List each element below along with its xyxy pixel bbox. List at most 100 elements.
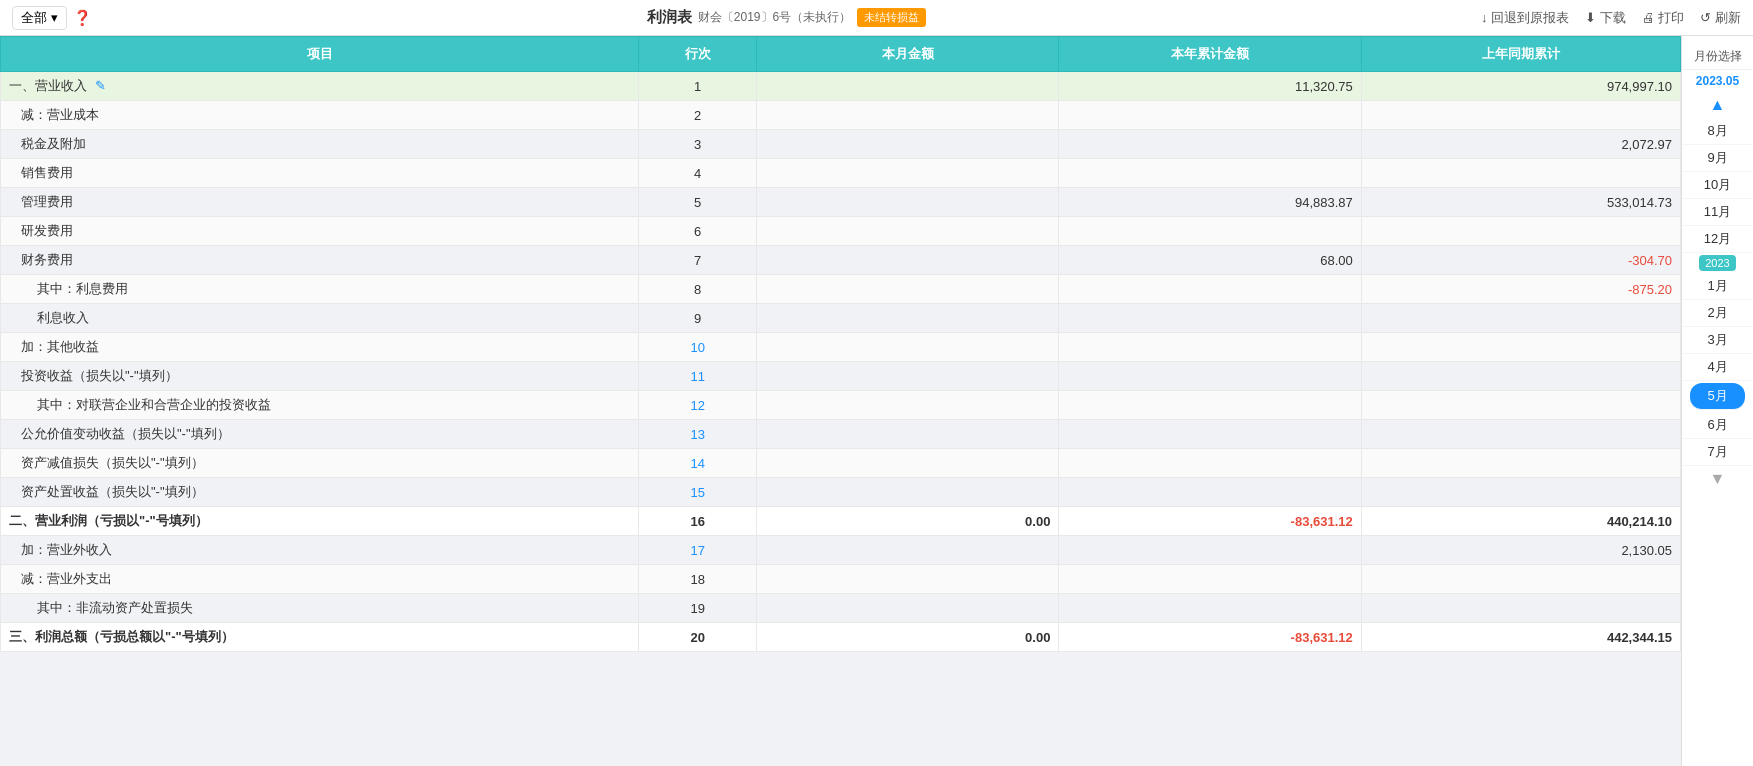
help-icon[interactable]: ❓ [73, 9, 92, 27]
table-row: 税金及附加32,072.97 [1, 130, 1681, 159]
cell-month-14 [757, 478, 1059, 507]
title-area: 利润表 财会〔2019〕6号（未执行） 未结转损益 [647, 8, 926, 27]
refresh-button[interactable]: ↺ 刷新 [1700, 9, 1741, 27]
cell-month-0 [757, 72, 1059, 101]
cell-ytd-16 [1059, 536, 1361, 565]
cell-item-11: 其中：对联营企业和合营企业的投资收益 [1, 391, 639, 420]
cell-row-16[interactable]: 17 [639, 536, 757, 565]
table-row: 销售费用4 [1, 159, 1681, 188]
table-row: 管理费用594,883.87533,014.73 [1, 188, 1681, 217]
dropdown-arrow-icon: ▾ [51, 10, 58, 25]
cell-row-13[interactable]: 14 [639, 449, 757, 478]
cell-row-17: 18 [639, 565, 757, 594]
cell-ytd-17 [1059, 565, 1361, 594]
cell-row-8: 9 [639, 304, 757, 333]
month-9[interactable]: 9月 [1682, 145, 1753, 172]
cell-item-16: 加：营业外收入 [1, 536, 639, 565]
cell-prev-12 [1361, 420, 1680, 449]
table-row: 研发费用6 [1, 217, 1681, 246]
cell-row-15: 16 [639, 507, 757, 536]
month-8[interactable]: 8月 [1682, 118, 1753, 145]
cell-ytd-10 [1059, 362, 1361, 391]
cell-month-17 [757, 565, 1059, 594]
cell-prev-5 [1361, 217, 1680, 246]
cell-item-3: 销售费用 [1, 159, 639, 188]
cell-prev-19: 442,344.15 [1361, 623, 1680, 652]
cell-prev-17 [1361, 565, 1680, 594]
month-10[interactable]: 10月 [1682, 172, 1753, 199]
cell-item-14: 资产处置收益（损失以"-"填列） [1, 478, 639, 507]
back-button[interactable]: ↓ 回退到原报表 [1481, 9, 1569, 27]
cell-row-10[interactable]: 11 [639, 362, 757, 391]
cell-ytd-0: 11,320.75 [1059, 72, 1361, 101]
cell-month-8 [757, 304, 1059, 333]
cell-item-19: 三、利润总额（亏损总额以"-"号填列） [1, 623, 639, 652]
scope-dropdown[interactable]: 全部 ▾ [12, 6, 67, 30]
cell-row-4: 5 [639, 188, 757, 217]
table-row: 三、利润总额（亏损总额以"-"号填列）200.00-83,631.12442,3… [1, 623, 1681, 652]
scroll-down-button[interactable]: ▼ [1700, 468, 1736, 490]
month-2[interactable]: 2月 [1682, 300, 1753, 327]
cell-ytd-12 [1059, 420, 1361, 449]
cell-row-11[interactable]: 12 [639, 391, 757, 420]
cell-prev-2: 2,072.97 [1361, 130, 1680, 159]
edit-icon[interactable]: ✎ [91, 78, 106, 93]
cell-month-10 [757, 362, 1059, 391]
cell-ytd-2 [1059, 130, 1361, 159]
cell-prev-9 [1361, 333, 1680, 362]
cell-ytd-14 [1059, 478, 1361, 507]
report-title: 利润表 [647, 8, 692, 27]
cell-row-9[interactable]: 10 [639, 333, 757, 362]
cell-item-6: 财务费用 [1, 246, 639, 275]
cell-row-0: 1 [639, 72, 757, 101]
cell-row-2: 3 [639, 130, 757, 159]
cell-ytd-11 [1059, 391, 1361, 420]
cell-month-1 [757, 101, 1059, 130]
cell-row-12[interactable]: 13 [639, 420, 757, 449]
cell-ytd-13 [1059, 449, 1361, 478]
table-row: 投资收益（损失以"-"填列）11 [1, 362, 1681, 391]
sidebar-year: 2023.05 [1682, 70, 1753, 92]
top-bar-actions: ↓ 回退到原报表 ⬇ 下载 🖨 打印 ↺ 刷新 [1481, 9, 1741, 27]
download-button[interactable]: ⬇ 下载 [1585, 9, 1626, 27]
year-badge: 2023 [1699, 255, 1735, 271]
cell-item-18: 其中：非流动资产处置损失 [1, 594, 639, 623]
scope-label: 全部 [21, 9, 47, 27]
table-row: 一、营业收入 ✎111,320.75974,997.10 [1, 72, 1681, 101]
cell-item-5: 研发费用 [1, 217, 639, 246]
table-row: 加：其他收益10 [1, 333, 1681, 362]
cell-prev-10 [1361, 362, 1680, 391]
month-3[interactable]: 3月 [1682, 327, 1753, 354]
table-row: 减：营业成本2 [1, 101, 1681, 130]
month-7[interactable]: 7月 [1682, 439, 1753, 466]
table-row: 二、营业利润（亏损以"-"号填列）160.00-83,631.12440,214… [1, 507, 1681, 536]
cell-item-9: 加：其他收益 [1, 333, 639, 362]
month-4[interactable]: 4月 [1682, 354, 1753, 381]
cell-ytd-19: -83,631.12 [1059, 623, 1361, 652]
cell-ytd-15: -83,631.12 [1059, 507, 1361, 536]
cell-row-7: 8 [639, 275, 757, 304]
month-12[interactable]: 12月 [1682, 226, 1753, 253]
month-6[interactable]: 6月 [1682, 412, 1753, 439]
cell-row-18: 19 [639, 594, 757, 623]
header-month: 本月金额 [757, 37, 1059, 72]
month-1[interactable]: 1月 [1682, 273, 1753, 300]
print-button[interactable]: 🖨 打印 [1642, 9, 1685, 27]
cell-month-18 [757, 594, 1059, 623]
table-row: 公允价值变动收益（损失以"-"填列）13 [1, 420, 1681, 449]
cell-item-0: 一、营业收入 ✎ [1, 72, 639, 101]
cell-prev-14 [1361, 478, 1680, 507]
header-ytd: 本年累计金额 [1059, 37, 1361, 72]
cell-month-2 [757, 130, 1059, 159]
cell-item-7: 其中：利息费用 [1, 275, 639, 304]
scroll-up-button[interactable]: ▲ [1700, 94, 1736, 116]
month-11[interactable]: 11月 [1682, 199, 1753, 226]
table-header-row: 项目 行次 本月金额 本年累计金额 上年同期累计 [1, 37, 1681, 72]
month-5-active[interactable]: 5月 [1690, 383, 1745, 410]
cell-row-14[interactable]: 15 [639, 478, 757, 507]
header-item: 项目 [1, 37, 639, 72]
cell-item-13: 资产减值损失（损失以"-"填列） [1, 449, 639, 478]
cell-prev-8 [1361, 304, 1680, 333]
cell-month-15: 0.00 [757, 507, 1059, 536]
cell-prev-6: -304.70 [1361, 246, 1680, 275]
